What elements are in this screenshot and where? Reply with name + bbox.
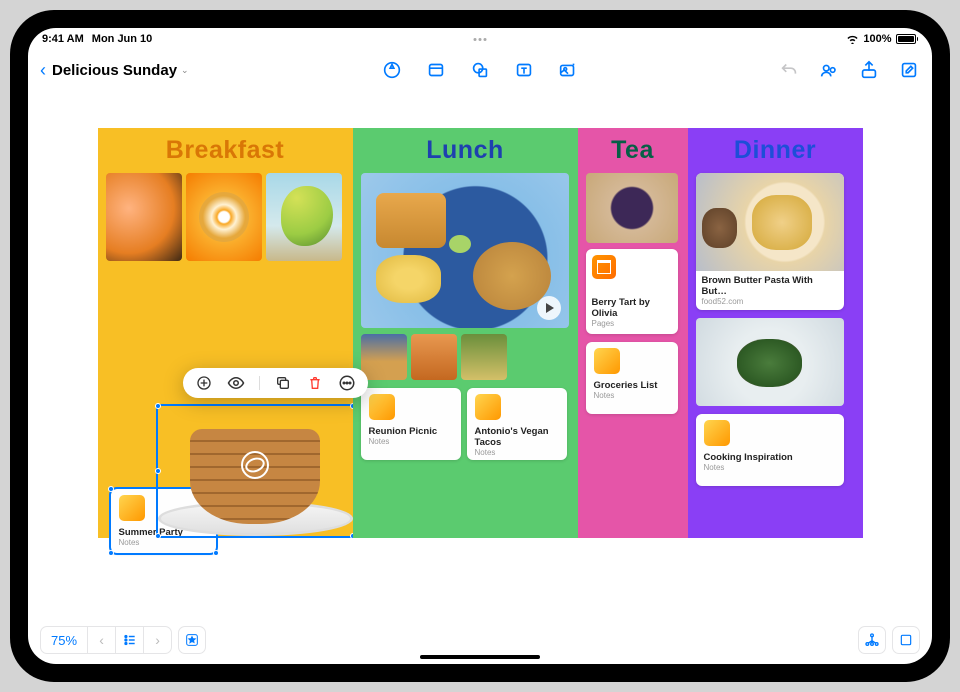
breakfast-title: Breakfast	[106, 136, 345, 165]
note-sub: Notes	[704, 463, 836, 472]
groceries-list-note[interactable]: Groceries List Notes	[586, 342, 678, 414]
berry-tart-image[interactable]	[586, 173, 678, 243]
nav-next-button[interactable]: ›	[143, 627, 171, 653]
lunch-thumb-3[interactable]	[461, 334, 507, 380]
share-button[interactable]	[858, 59, 880, 81]
vegan-tacos-note[interactable]: Antonio's Vegan Tacos Notes	[467, 388, 567, 460]
lunch-column: Lunch Reunion Picnic Not	[353, 128, 578, 538]
berry-tart-pages[interactable]: Berry Tart by Olivia Pages	[586, 249, 678, 334]
more-button[interactable]	[338, 374, 356, 392]
live-photo-icon	[241, 451, 269, 479]
link-source: food52.com	[702, 297, 838, 306]
notes-app-icon	[704, 420, 730, 446]
freeform-canvas[interactable]: Breakfast Summer Party Notes	[28, 98, 932, 614]
dinner-title: Dinner	[696, 136, 855, 165]
zoom-control: 75% ‹ ›	[40, 626, 172, 654]
lunch-title: Lunch	[361, 136, 570, 165]
status-time: 9:41 AM	[42, 33, 84, 45]
notes-app-icon	[475, 394, 501, 420]
battery-pct: 100%	[863, 33, 891, 45]
zoom-percentage[interactable]: 75%	[41, 633, 87, 648]
board: Breakfast Summer Party Notes	[98, 128, 863, 538]
collaborate-button[interactable]	[818, 59, 840, 81]
undo-button[interactable]	[778, 59, 800, 81]
fit-view-button[interactable]	[892, 626, 920, 654]
text-box-button[interactable]	[513, 59, 535, 81]
tea-title: Tea	[586, 136, 680, 165]
pages-sub: Pages	[592, 319, 672, 328]
pancakes-image[interactable]	[158, 406, 353, 536]
nav-prev-button[interactable]: ‹	[87, 627, 115, 653]
salad-image[interactable]	[696, 318, 844, 406]
breakfast-column: Breakfast Summer Party Notes	[98, 128, 353, 538]
multitask-dots[interactable]	[474, 38, 487, 41]
lunch-video[interactable]	[361, 173, 569, 328]
melon-image[interactable]	[106, 173, 182, 261]
grapes-image[interactable]	[266, 173, 342, 261]
notes-app-icon	[369, 394, 395, 420]
note-sub: Notes	[594, 391, 670, 400]
back-button[interactable]: ‹	[40, 60, 46, 81]
status-bar: 9:41 AM Mon Jun 10 100%	[28, 28, 932, 50]
favorite-scene-button[interactable]	[178, 626, 206, 654]
document-title[interactable]: Delicious Sunday	[52, 62, 177, 79]
quicklook-button[interactable]	[227, 374, 245, 392]
title-chevron-icon[interactable]: ⌄	[181, 65, 189, 76]
battery-icon	[896, 34, 919, 44]
shapes-button[interactable]	[469, 59, 491, 81]
note-title: Cooking Inspiration	[704, 452, 836, 463]
selection-context-menu	[183, 368, 368, 398]
add-item-button[interactable]	[195, 374, 213, 392]
note-sub: Notes	[475, 448, 559, 457]
reunion-picnic-note[interactable]: Reunion Picnic Notes	[361, 388, 461, 460]
pasta-link-card[interactable]: Brown Butter Pasta With But… food52.com	[696, 173, 844, 310]
home-indicator[interactable]	[420, 655, 540, 659]
scenes-list-button[interactable]	[115, 627, 143, 653]
dinner-column: Dinner Brown Butter Pasta With But… food…	[688, 128, 863, 538]
wifi-icon	[846, 34, 859, 44]
note-title: Groceries List	[594, 380, 670, 391]
media-button[interactable]	[557, 59, 579, 81]
toolbar: ‹ Delicious Sunday ⌄	[28, 50, 932, 90]
graph-view-button[interactable]	[858, 626, 886, 654]
note-sub: Notes	[369, 437, 453, 446]
cooking-inspiration-note[interactable]: Cooking Inspiration Notes	[696, 414, 844, 486]
sticky-note-button[interactable]	[425, 59, 447, 81]
note-sub: Notes	[119, 538, 208, 547]
tea-column: Tea Berry Tart by Olivia Pages Groceries…	[578, 128, 688, 538]
notes-app-icon	[594, 348, 620, 374]
play-icon[interactable]	[537, 296, 561, 320]
pages-app-icon	[592, 255, 616, 279]
lunch-thumb-1[interactable]	[361, 334, 407, 380]
status-date: Mon Jun 10	[92, 33, 153, 45]
duplicate-button[interactable]	[274, 374, 292, 392]
edit-button[interactable]	[898, 59, 920, 81]
note-title: Reunion Picnic	[369, 426, 453, 437]
draw-tool-button[interactable]	[381, 59, 403, 81]
pages-title: Berry Tart by Olivia	[592, 297, 672, 319]
delete-button[interactable]	[306, 374, 324, 392]
notes-app-icon	[119, 495, 145, 521]
note-title: Antonio's Vegan Tacos	[475, 426, 559, 448]
sliced-fruit-image[interactable]	[186, 173, 262, 261]
lunch-thumb-2[interactable]	[411, 334, 457, 380]
link-title: Brown Butter Pasta With But…	[702, 275, 838, 297]
